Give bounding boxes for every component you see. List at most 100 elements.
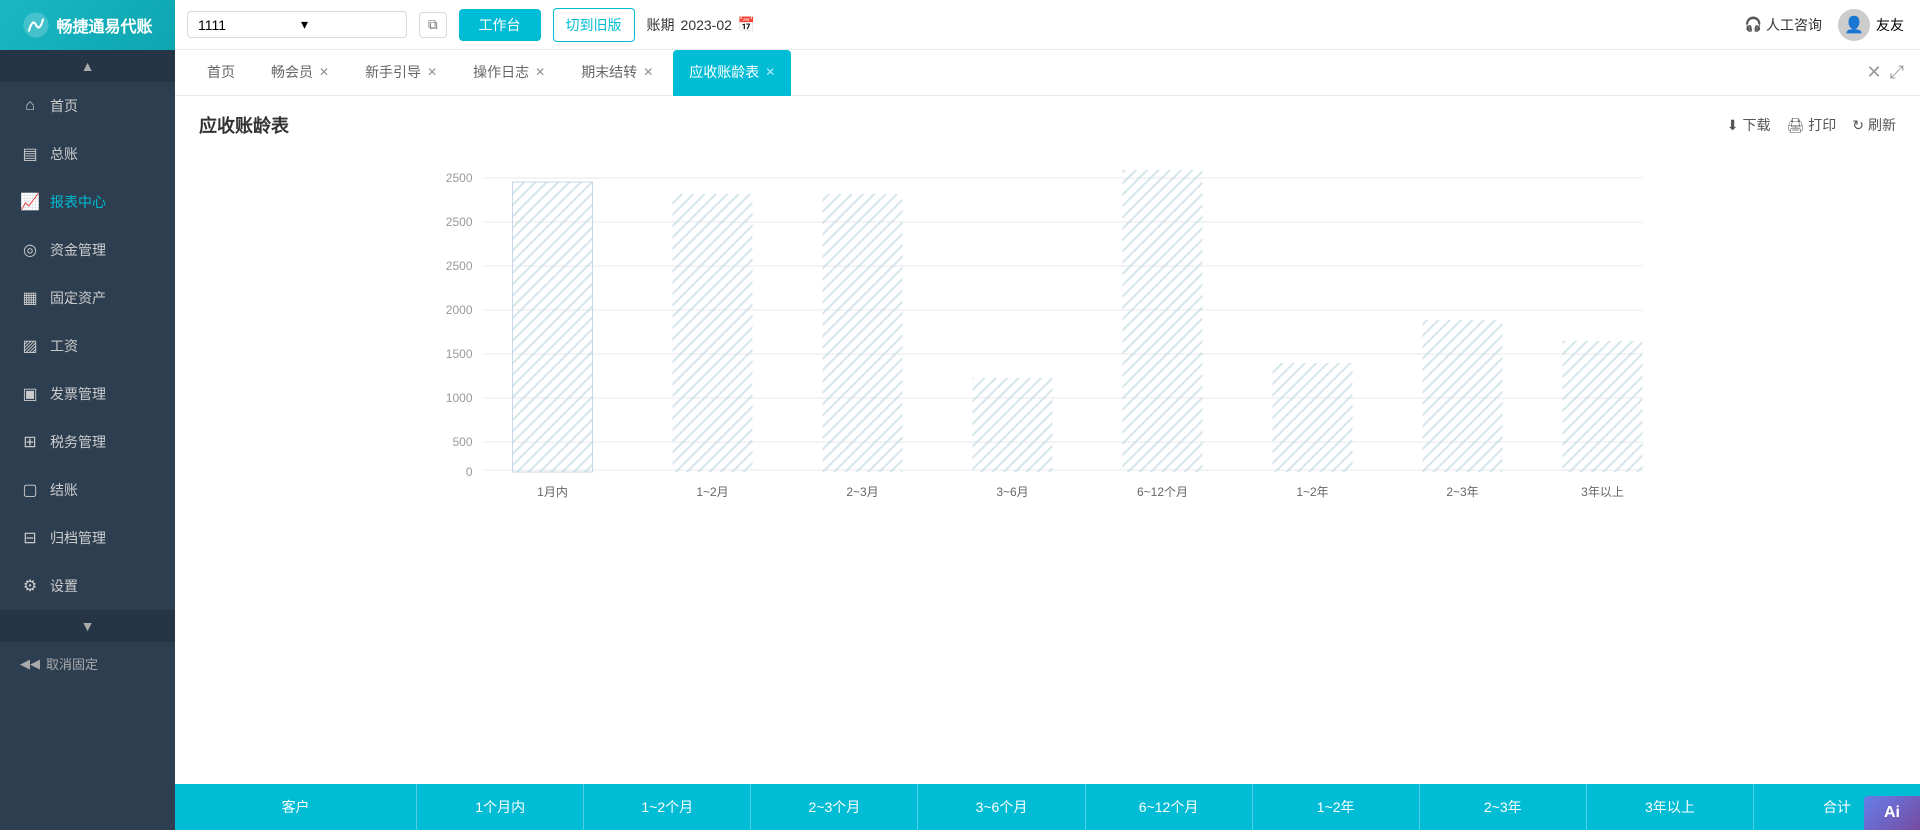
tab-home[interactable]: 首页 [191, 50, 251, 96]
reports-icon: 📈 [20, 192, 40, 212]
sidebar-item-label: 设置 [50, 576, 78, 596]
calendar-icon[interactable]: 📅 [738, 16, 755, 33]
print-button[interactable]: 🖨 打印 [1786, 115, 1836, 135]
page-header: 应收账龄表 ⬇ 下载 🖨 打印 ↻ 刷新 [175, 96, 1920, 148]
th-3to6: 3~6个月 [918, 784, 1085, 830]
scroll-up-button[interactable]: ▲ [0, 50, 175, 82]
tab-close-period-end[interactable]: ✕ [643, 65, 653, 79]
th-2to3yr: 2~3年 [1420, 784, 1587, 830]
workbench-button[interactable]: 工作台 [459, 9, 541, 41]
sidebar-item-label: 首页 [50, 96, 78, 116]
ledger-icon: ▤ [20, 144, 40, 164]
th-1to2yr: 1~2年 [1253, 784, 1420, 830]
salary-icon: ▨ [20, 336, 40, 356]
scroll-down-button[interactable]: ▼ [0, 610, 175, 642]
svg-text:500: 500 [452, 435, 472, 449]
sidebar-item-assets[interactable]: ▦ 固定资产 [0, 274, 175, 322]
home-icon: ⌂ [20, 97, 40, 115]
page-title: 应收账龄表 [199, 112, 289, 138]
sidebar-item-label: 资金管理 [50, 240, 106, 260]
assets-icon: ▦ [20, 288, 40, 308]
th-customer: 客户 [175, 784, 417, 830]
avatar: 👤 [1838, 9, 1870, 41]
tax-icon: ⊞ [20, 432, 40, 452]
unpin-icon: ◀◀ [20, 656, 40, 672]
period-label: 账期 [647, 15, 675, 35]
user-name: 友友 [1876, 15, 1904, 35]
sidebar-item-label: 固定资产 [50, 288, 106, 308]
tab-guide[interactable]: 新手引导 ✕ [349, 50, 453, 96]
page-content: 应收账龄表 ⬇ 下载 🖨 打印 ↻ 刷新 [175, 96, 1920, 830]
tab-close-oplog[interactable]: ✕ [535, 65, 545, 79]
svg-text:1~2月: 1~2月 [696, 485, 728, 499]
sidebar-item-home[interactable]: ⌂ 首页 [0, 82, 175, 130]
tab-close-guide[interactable]: ✕ [427, 65, 437, 79]
copy-button[interactable]: ⧉ [419, 12, 447, 38]
sidebar-item-funds[interactable]: ◎ 资金管理 [0, 226, 175, 274]
headset-icon: 🎧 [1745, 16, 1762, 33]
sidebar-item-label: 总账 [50, 144, 78, 164]
cancel-fixed-button[interactable]: ◀◀ 取消固定 [0, 642, 175, 685]
close-tab-button[interactable]: ✕ [1867, 62, 1882, 83]
download-icon: ⬇ [1727, 117, 1739, 134]
consult-button[interactable]: 🎧 人工咨询 [1745, 15, 1822, 35]
sidebar-item-salary[interactable]: ▨ 工资 [0, 322, 175, 370]
sidebar-item-label: 归档管理 [50, 528, 106, 548]
svg-text:3~6月: 3~6月 [996, 485, 1028, 499]
print-icon: 🖨 [1786, 117, 1804, 134]
copy-icon: ⧉ [428, 17, 438, 32]
settings-icon: ⚙ [20, 576, 40, 596]
chevron-down-icon: ▾ [301, 16, 396, 33]
svg-text:1000: 1000 [446, 391, 473, 405]
tab-close-aging[interactable]: ✕ [765, 65, 775, 79]
tab-aging[interactable]: 应收账龄表 ✕ [673, 50, 791, 96]
company-selector[interactable]: 1111 ▾ [187, 11, 407, 38]
sidebar-item-label: 结账 [50, 480, 78, 500]
period-area: 账期 2023-02 📅 [647, 15, 756, 35]
invoice-icon: ▣ [20, 384, 40, 404]
tab-member[interactable]: 畅会员 ✕ [255, 50, 345, 96]
svg-text:1月内: 1月内 [537, 485, 568, 499]
ai-badge[interactable]: Ai [1864, 796, 1920, 830]
tab-oplog[interactable]: 操作日志 ✕ [457, 50, 561, 96]
th-1month: 1个月内 [417, 784, 584, 830]
tab-period-end[interactable]: 期末结转 ✕ [565, 50, 669, 96]
sidebar-item-invoice[interactable]: ▣ 发票管理 [0, 370, 175, 418]
sidebar-item-label: 工资 [50, 336, 78, 356]
sidebar: ▲ ⌂ 首页 ▤ 总账 📈 报表中心 ◎ 资金管理 ▦ 固定资产 ▨ 工资 ▣ … [0, 50, 175, 830]
svg-text:6~12个月: 6~12个月 [1137, 485, 1188, 499]
switch-version-button[interactable]: 切到旧版 [553, 8, 635, 42]
svg-text:2~3月: 2~3月 [846, 485, 878, 499]
sidebar-item-label: 发票管理 [50, 384, 106, 404]
archive-icon: ⊟ [20, 528, 40, 548]
logo: 畅捷通易代账 [0, 0, 175, 50]
svg-text:3年以上: 3年以上 [1581, 485, 1624, 499]
bar-chart: 2500 2500 2500 2000 1500 1000 500 0 [199, 158, 1896, 528]
sidebar-item-label: 报表中心 [50, 192, 106, 212]
funds-icon: ◎ [20, 240, 40, 260]
sidebar-item-label: 税务管理 [50, 432, 106, 452]
svg-text:0: 0 [466, 465, 473, 479]
sidebar-item-reports[interactable]: 📈 报表中心 [0, 178, 175, 226]
refresh-button[interactable]: ↻ 刷新 [1852, 115, 1896, 135]
th-3yr-plus: 3年以上 [1587, 784, 1754, 830]
sidebar-item-tax[interactable]: ⊞ 税务管理 [0, 418, 175, 466]
tabs-bar: 首页 畅会员 ✕ 新手引导 ✕ 操作日志 ✕ 期末结转 ✕ 应收账龄表 ✕ [175, 50, 1920, 96]
th-2to3: 2~3个月 [751, 784, 918, 830]
sidebar-item-settle[interactable]: ▢ 结账 [0, 466, 175, 514]
th-6to12: 6~12个月 [1086, 784, 1253, 830]
table-header: 客户 1个月内 1~2个月 2~3个月 3~6个月 6~12个月 [175, 784, 1920, 830]
expand-tab-button[interactable]: ⤢ [1890, 62, 1904, 83]
avatar-icon: 👤 [1844, 15, 1864, 35]
refresh-icon: ↻ [1852, 117, 1864, 134]
svg-text:2~3年: 2~3年 [1446, 485, 1478, 499]
sidebar-item-archive[interactable]: ⊟ 归档管理 [0, 514, 175, 562]
tab-close-member[interactable]: ✕ [319, 65, 329, 79]
settle-icon: ▢ [20, 480, 40, 500]
sidebar-item-ledger[interactable]: ▤ 总账 [0, 130, 175, 178]
sidebar-item-settings[interactable]: ⚙ 设置 [0, 562, 175, 610]
download-button[interactable]: ⬇ 下载 [1727, 115, 1771, 135]
user-menu[interactable]: 👤 友友 [1838, 9, 1904, 41]
period-value: 2023-02 [681, 17, 732, 33]
svg-text:1500: 1500 [446, 347, 473, 361]
